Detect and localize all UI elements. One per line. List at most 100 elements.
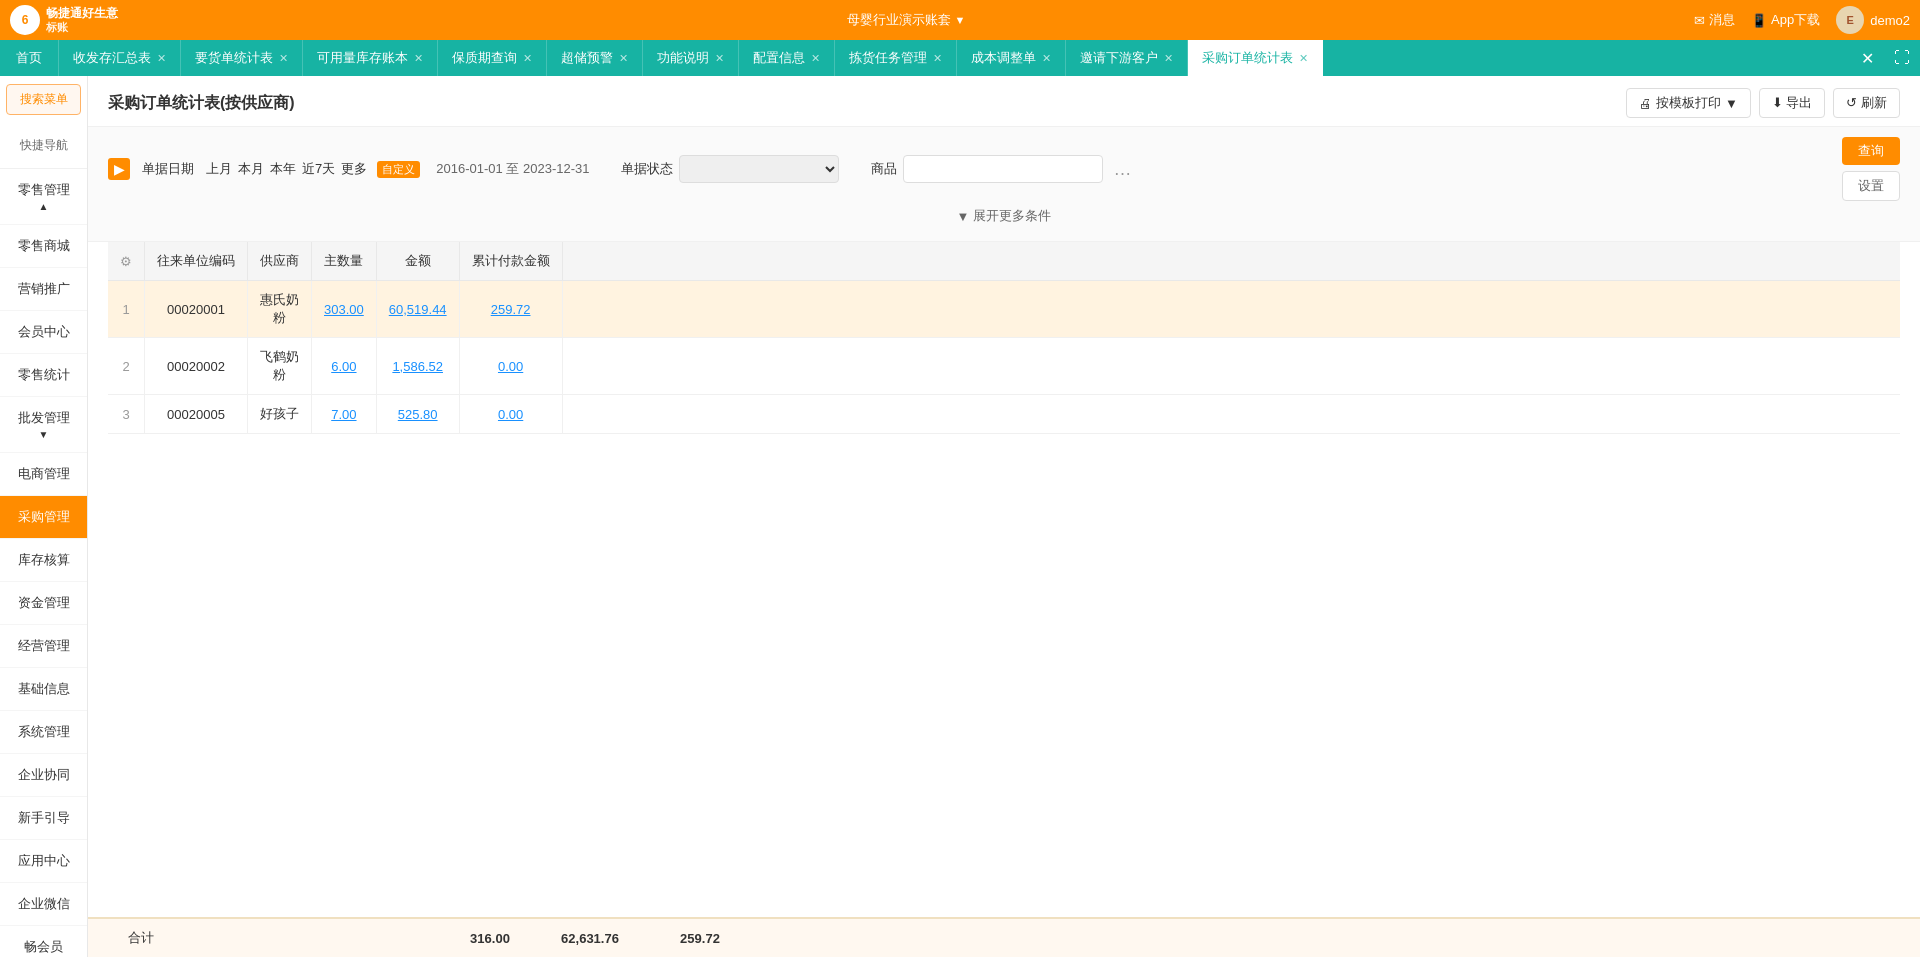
- export-btn[interactable]: ⬇ 导出: [1759, 88, 1826, 118]
- top-bar: 6 畅捷通好生意 标账 母婴行业演示账套 ▼ ✉ 消息 📱 App下载 E de…: [0, 0, 1920, 40]
- export-icon: ⬇: [1772, 95, 1783, 110]
- refresh-btn[interactable]: ↺ 刷新: [1833, 88, 1900, 118]
- print-btn[interactable]: 🖨 按模板打印 ▼: [1626, 88, 1751, 118]
- filter-bar: ▶ 单据日期 上月 本月 本年 近7天 更多 自定义 2016-01-01 至 …: [88, 127, 1920, 242]
- sidebar-item-retail-mgmt[interactable]: 零售管理 ▲: [0, 169, 87, 225]
- sidebar-item-guide[interactable]: 新手引导: [0, 797, 87, 840]
- goods-input[interactable]: [903, 155, 1103, 183]
- nav-actions: ✕ ⛶: [1851, 40, 1920, 76]
- close-tab-yaoqing[interactable]: ✕: [1164, 52, 1173, 65]
- column-settings-icon[interactable]: ⚙: [120, 254, 132, 269]
- sidebar-item-enterprise[interactable]: 企业协同: [0, 754, 87, 797]
- sidebar-item-retail-stats[interactable]: 零售统计: [0, 354, 87, 397]
- download-icon: 📱: [1751, 13, 1767, 28]
- sidebar-item-marketing[interactable]: 营销推广: [0, 268, 87, 311]
- status-filter: 单据状态: [621, 155, 839, 183]
- shortcut-last-month[interactable]: 上月: [206, 160, 232, 178]
- query-btn[interactable]: 查询: [1842, 137, 1900, 165]
- close-tab-peizhi[interactable]: ✕: [811, 52, 820, 65]
- status-select[interactable]: [679, 155, 839, 183]
- tab-peizhi[interactable]: 配置信息 ✕: [739, 40, 835, 76]
- search-menu-btn[interactable]: 搜索菜单: [6, 84, 81, 115]
- more-options-icon[interactable]: …: [1113, 159, 1131, 180]
- goods-label: 商品: [871, 160, 897, 178]
- shortcut-this-month[interactable]: 本月: [238, 160, 264, 178]
- col-settings: ⚙: [108, 242, 145, 281]
- tab-keyongliang[interactable]: 可用量库存账本 ✕: [303, 40, 438, 76]
- close-tab-keyongliang[interactable]: ✕: [414, 52, 423, 65]
- tab-yaoqing[interactable]: 邀请下游客户 ✕: [1066, 40, 1188, 76]
- sidebar-item-purchase[interactable]: 采购管理: [0, 496, 87, 539]
- row-3-index: 3: [108, 395, 145, 434]
- workspace-selector[interactable]: 母婴行业演示账套 ▼: [847, 11, 966, 29]
- close-tab-chengben[interactable]: ✕: [1042, 52, 1051, 65]
- sidebar-item-member2[interactable]: 畅会员: [0, 926, 87, 957]
- footer-total-paid: 259.72: [640, 931, 760, 946]
- app-download-btn[interactable]: 📱 App下载: [1751, 11, 1820, 29]
- table-footer: 合计 316.00 62,631.76 259.72: [88, 917, 1920, 957]
- sidebar-item-inventory[interactable]: 库存核算: [0, 539, 87, 582]
- close-all-tabs-btn[interactable]: ✕: [1851, 40, 1884, 76]
- close-tab-gongneng[interactable]: ✕: [715, 52, 724, 65]
- sidebar: 搜索菜单 快捷导航 零售管理 ▲ 零售商城 营销推广 会员中心 零售统计 批发管…: [0, 76, 88, 957]
- maximize-btn[interactable]: ⛶: [1884, 40, 1920, 76]
- top-bar-right: ✉ 消息 📱 App下载 E demo2: [1694, 6, 1910, 34]
- tab-home[interactable]: 首页: [0, 40, 59, 76]
- close-tab-yaohuo[interactable]: ✕: [279, 52, 288, 65]
- footer-total-qty: 316.00: [440, 931, 540, 946]
- filter-toggle-btn[interactable]: ▶: [108, 158, 130, 180]
- logo-text: 畅捷通好生意 标账: [46, 6, 118, 34]
- expand-filters-btn[interactable]: ▼ 展开更多条件: [108, 201, 1900, 231]
- sidebar-item-basic-info[interactable]: 基础信息: [0, 668, 87, 711]
- sidebar-item-wholesale[interactable]: 批发管理 ▼: [0, 397, 87, 453]
- close-tab-caigou-tongji[interactable]: ✕: [1299, 52, 1308, 65]
- close-tab-chaozhu[interactable]: ✕: [619, 52, 628, 65]
- date-range-display: 2016-01-01 至 2023-12-31: [436, 160, 589, 178]
- expand-arrow-icon: ▲: [39, 201, 49, 212]
- sidebar-item-system[interactable]: 系统管理: [0, 711, 87, 754]
- date-shortcuts: 上月 本月 本年 近7天 更多 自定义: [206, 160, 420, 178]
- table-body: 1 00020001 惠氏奶粉 303.00 60,519.44 259.72 …: [108, 281, 1900, 434]
- printer-icon: 🖨: [1639, 96, 1652, 111]
- sidebar-item-app-center[interactable]: 应用中心: [0, 840, 87, 883]
- page-title: 采购订单统计表(按供应商): [108, 93, 295, 114]
- tab-chaozhu[interactable]: 超储预警 ✕: [547, 40, 643, 76]
- row-1-index: 1: [108, 281, 145, 338]
- shortcut-more[interactable]: 更多: [341, 160, 367, 178]
- sidebar-item-retail-mall[interactable]: 零售商城: [0, 225, 87, 268]
- sidebar-item-finance[interactable]: 资金管理: [0, 582, 87, 625]
- settings-btn[interactable]: 设置: [1842, 171, 1900, 201]
- user-info[interactable]: E demo2: [1836, 6, 1910, 34]
- row-3-qty: 7.00: [312, 395, 377, 434]
- tab-jianhuo[interactable]: 拣货任务管理 ✕: [835, 40, 957, 76]
- wholesale-arrow-icon: ▼: [39, 429, 49, 440]
- close-tab-shoufacun[interactable]: ✕: [157, 52, 166, 65]
- tab-baozhi[interactable]: 保质期查询 ✕: [438, 40, 547, 76]
- tab-caigou-tongji[interactable]: 采购订单统计表 ✕: [1188, 40, 1323, 76]
- sidebar-item-operations[interactable]: 经营管理: [0, 625, 87, 668]
- row-2-index: 2: [108, 338, 145, 395]
- col-supplier: 供应商: [248, 242, 312, 281]
- tab-gongneng[interactable]: 功能说明 ✕: [643, 40, 739, 76]
- sidebar-item-ecommerce[interactable]: 电商管理: [0, 453, 87, 496]
- data-table: ⚙ 往来单位编码 供应商 主数量 金额 累计付款金额 1 00020001: [108, 242, 1900, 434]
- tab-chengben[interactable]: 成本调整单 ✕: [957, 40, 1066, 76]
- shortcut-this-year[interactable]: 本年: [270, 160, 296, 178]
- tab-shoufacun[interactable]: 收发存汇总表 ✕: [59, 40, 181, 76]
- close-tab-baozhi[interactable]: ✕: [523, 52, 532, 65]
- table-row: 2 00020002 飞鹤奶粉 6.00 1,586.52 0.00: [108, 338, 1900, 395]
- quick-nav-btn[interactable]: 快捷导航: [6, 131, 81, 160]
- row-1-qty: 303.00: [312, 281, 377, 338]
- row-2-code: 00020002: [145, 338, 248, 395]
- sidebar-item-member[interactable]: 会员中心: [0, 311, 87, 354]
- page-actions: 🖨 按模板打印 ▼ ⬇ 导出 ↺ 刷新: [1626, 88, 1900, 118]
- message-btn[interactable]: ✉ 消息: [1694, 11, 1735, 29]
- shortcut-7days[interactable]: 近7天: [302, 160, 335, 178]
- sidebar-item-wechat[interactable]: 企业微信: [0, 883, 87, 926]
- logo-letter: 6: [22, 13, 29, 27]
- close-tab-jianhuo[interactable]: ✕: [933, 52, 942, 65]
- tab-yaohuo[interactable]: 要货单统计表 ✕: [181, 40, 303, 76]
- row-3-amount: 525.80: [376, 395, 459, 434]
- nav-tabs: 首页 收发存汇总表 ✕ 要货单统计表 ✕ 可用量库存账本 ✕ 保质期查询 ✕ 超…: [0, 40, 1920, 76]
- footer-summary-label: 合计: [120, 929, 440, 947]
